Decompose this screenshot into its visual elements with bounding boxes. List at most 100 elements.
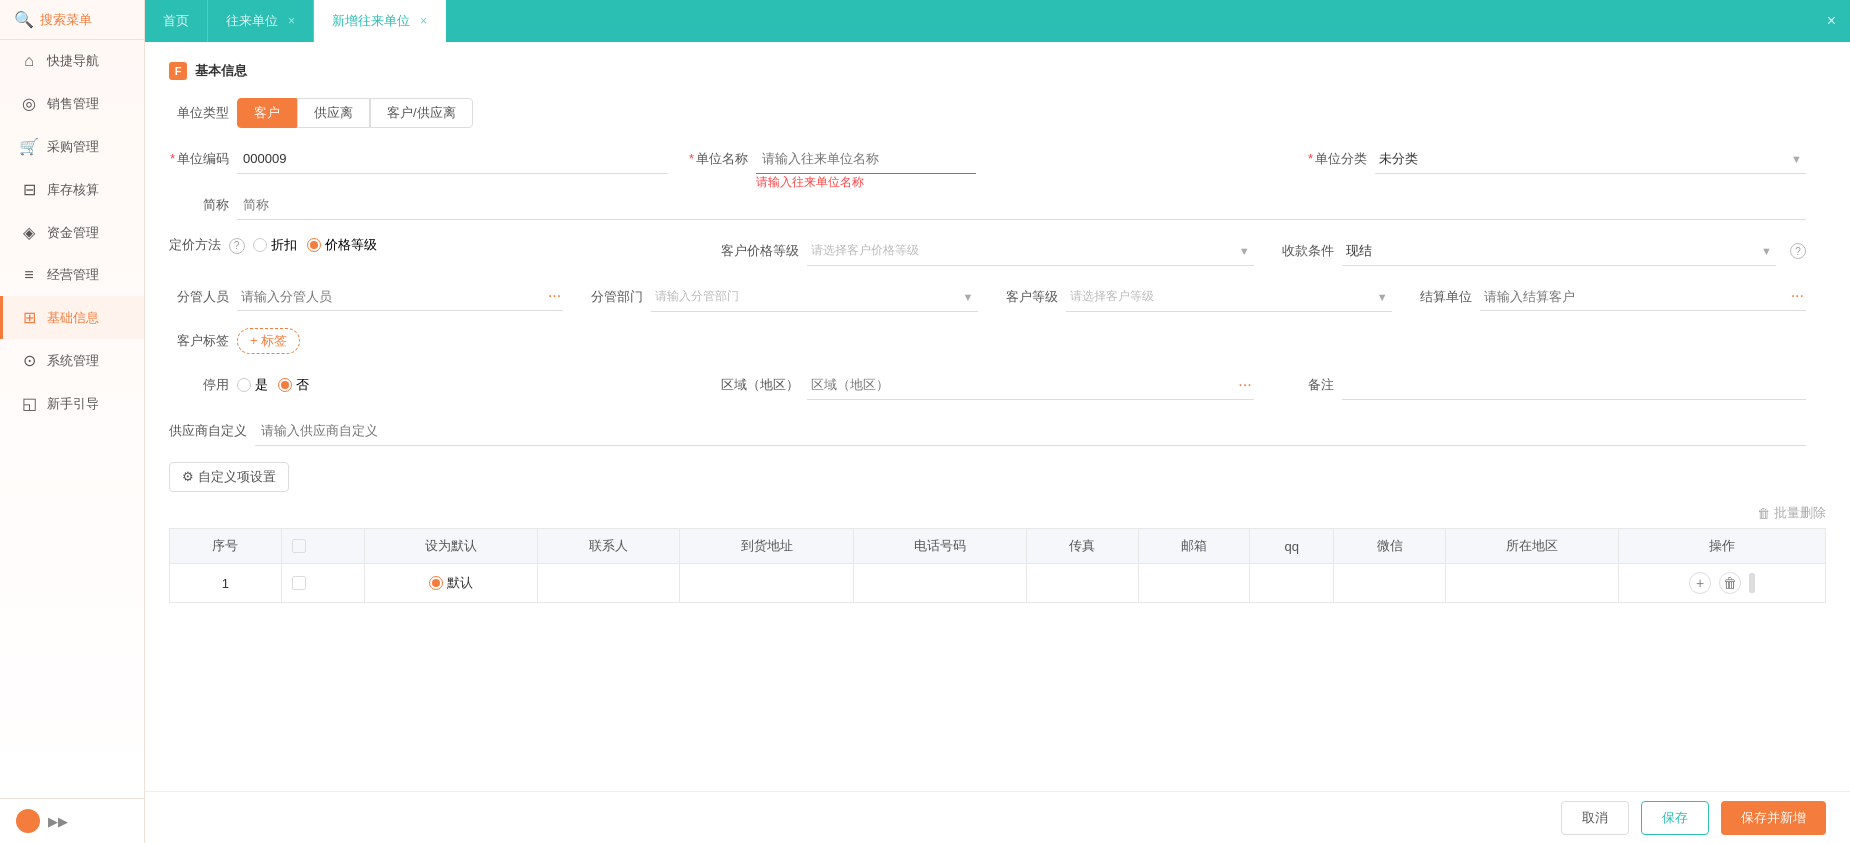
supplier-custom-input[interactable] [255, 416, 1806, 446]
pricing-row: 定价方法 ? 折扣 价格等级 [169, 236, 1826, 266]
settlement-unit-input[interactable] [1480, 282, 1789, 310]
row-drag-handle[interactable] [1749, 573, 1755, 593]
unit-type-buttons: 客户 供应离 客户/供应离 [237, 98, 473, 128]
table-body: 1 默认 [170, 564, 1826, 603]
sidebar-item-finance[interactable]: ◈ 资金管理 [0, 211, 144, 254]
price-level-radio-outer [307, 238, 321, 252]
cancel-button[interactable]: 取消 [1561, 801, 1629, 835]
manager-row: 分管人员 ··· 分管部门 请输入分管部门 ▼ 客户等级 请选择客户等级 [169, 282, 1826, 312]
customer-level-label: 客户等级 [998, 288, 1058, 306]
manager-input-wrapper: ··· [237, 282, 563, 311]
supplier-custom-group: 供应商自定义 [169, 416, 1826, 446]
short-name-input[interactable] [237, 190, 1806, 220]
search-menu-item[interactable]: 🔍 搜索菜单 [0, 0, 144, 40]
row-delete-button[interactable]: 🗑 [1719, 572, 1741, 594]
disabled-no[interactable]: 否 [278, 376, 309, 394]
inventory-icon: ⊟ [19, 180, 39, 199]
unit-category-group: *单位分类 未分类 ▼ [1307, 144, 1826, 174]
department-group: 分管部门 请输入分管部门 ▼ [583, 282, 997, 312]
sales-icon: ◎ [19, 94, 39, 113]
col-action: 操作 [1619, 529, 1826, 564]
add-tag-button[interactable]: + 标签 [237, 328, 300, 354]
sidebar-bottom: ▶▶ [0, 798, 144, 843]
short-name-group: 简称 [169, 190, 1826, 220]
custom-settings-button[interactable]: ⚙ 自定义项设置 [169, 462, 289, 492]
row-add-button[interactable]: + [1689, 572, 1711, 594]
pricing-discount[interactable]: 折扣 [253, 236, 297, 254]
sidebar-item-guide[interactable]: ◱ 新手引导 [0, 382, 144, 425]
batch-delete-button[interactable]: 🗑 批量删除 [1757, 504, 1826, 522]
settlement-unit-more-button[interactable]: ··· [1789, 287, 1806, 305]
sidebar-item-sales[interactable]: ◎ 销售管理 [0, 82, 144, 125]
manager-label: 分管人员 [169, 288, 229, 306]
tab-partners-close[interactable]: × [288, 14, 295, 28]
sidebar-item-purchase[interactable]: 🛒 采购管理 [0, 125, 144, 168]
col-contact: 联系人 [537, 529, 679, 564]
pricing-price-level[interactable]: 价格等级 [307, 236, 377, 254]
unit-name-input-box: 请输入往来单位名称 [756, 144, 1287, 174]
unit-category-select[interactable]: 未分类 ▼ [1375, 144, 1806, 174]
manager-more-button[interactable]: ··· [546, 287, 563, 305]
save-new-button[interactable]: 保存并新增 [1721, 801, 1826, 835]
select-all-checkbox[interactable] [292, 539, 306, 553]
tab-home[interactable]: 首页 [145, 0, 208, 42]
close-all-button[interactable]: × [1827, 12, 1850, 30]
row-default-label: 默认 [447, 574, 473, 592]
row-default-radio[interactable]: 默认 [375, 574, 527, 592]
pricing-help-icon[interactable]: ? [229, 238, 245, 254]
disabled-yes[interactable]: 是 [237, 376, 268, 394]
manager-input[interactable] [237, 282, 546, 310]
customer-price-level-select[interactable]: 请选择客户价格等级 ▼ [807, 236, 1253, 266]
section-title: 基本信息 [195, 62, 247, 80]
payment-terms-select[interactable]: 现结 ▼ [1342, 236, 1776, 266]
guide-icon: ◱ [19, 394, 39, 413]
unit-code-input[interactable] [237, 144, 668, 174]
short-name-row: 简称 [169, 190, 1826, 220]
sidebar-item-system[interactable]: ⊙ 系统管理 [0, 339, 144, 382]
disabled-no-label: 否 [296, 376, 309, 394]
sidebar-item-quick-nav[interactable]: ⌂ 快捷导航 [0, 40, 144, 82]
operations-icon: ≡ [19, 266, 39, 284]
sidebar-item-operations[interactable]: ≡ 经营管理 [0, 254, 144, 296]
sidebar-item-base-info[interactable]: ⊞ 基础信息 [0, 296, 144, 339]
col-qq: qq [1250, 529, 1334, 564]
tab-new-partner[interactable]: 新增往来单位 × [314, 0, 446, 42]
content-area: F 基本信息 单位类型 客户 供应离 客户/供应离 *单位编码 [145, 42, 1850, 791]
region-input[interactable] [807, 371, 1236, 399]
tab-partners-label: 往来单位 [226, 12, 278, 30]
unit-type-supplier[interactable]: 供应离 [297, 98, 370, 128]
quick-nav-icon: ⌂ [19, 52, 39, 70]
chevron-down-icon: ▼ [1377, 291, 1388, 303]
save-button[interactable]: 保存 [1641, 801, 1709, 835]
region-group: 区域（地区） ··· [721, 371, 1273, 400]
tab-new-partner-close[interactable]: × [420, 14, 427, 28]
col-checkbox [281, 529, 364, 564]
unit-type-customer[interactable]: 客户 [237, 98, 297, 128]
unit-type-both[interactable]: 客户/供应离 [370, 98, 473, 128]
region-more-button[interactable]: ··· [1236, 376, 1253, 394]
customer-price-level-group: 客户价格等级 请选择客户价格等级 ▼ [721, 236, 1273, 266]
tab-partners[interactable]: 往来单位 × [208, 0, 314, 42]
col-wechat: 微信 [1334, 529, 1446, 564]
col-area: 所在地区 [1446, 529, 1619, 564]
payment-help-icon[interactable]: ? [1790, 243, 1806, 259]
row-seq: 1 [170, 564, 282, 603]
disabled-label: 停用 [169, 376, 229, 394]
region-label: 区域（地区） [721, 376, 799, 394]
table-row: 1 默认 [170, 564, 1826, 603]
unit-type-group: 单位类型 客户 供应离 客户/供应离 [169, 98, 1826, 128]
disabled-no-inner [281, 381, 289, 389]
sidebar-item-inventory[interactable]: ⊟ 库存核算 [0, 168, 144, 211]
settlement-unit-label: 结算单位 [1412, 288, 1472, 306]
customer-price-level-label: 客户价格等级 [721, 242, 799, 260]
row-checkbox[interactable] [292, 576, 306, 590]
unit-name-label: *单位名称 [688, 150, 748, 168]
trash-icon: 🗑 [1757, 506, 1770, 521]
sidebar-item-label: 基础信息 [47, 309, 99, 327]
remark-input[interactable] [1342, 370, 1806, 400]
department-select[interactable]: 请输入分管部门 ▼ [651, 282, 977, 312]
customer-level-select[interactable]: 请选择客户等级 ▼ [1066, 282, 1392, 312]
payment-terms-group: 收款条件 现结 ▼ ? [1274, 236, 1826, 266]
unit-name-input[interactable] [756, 144, 976, 174]
unit-code-group: *单位编码 [169, 144, 688, 174]
